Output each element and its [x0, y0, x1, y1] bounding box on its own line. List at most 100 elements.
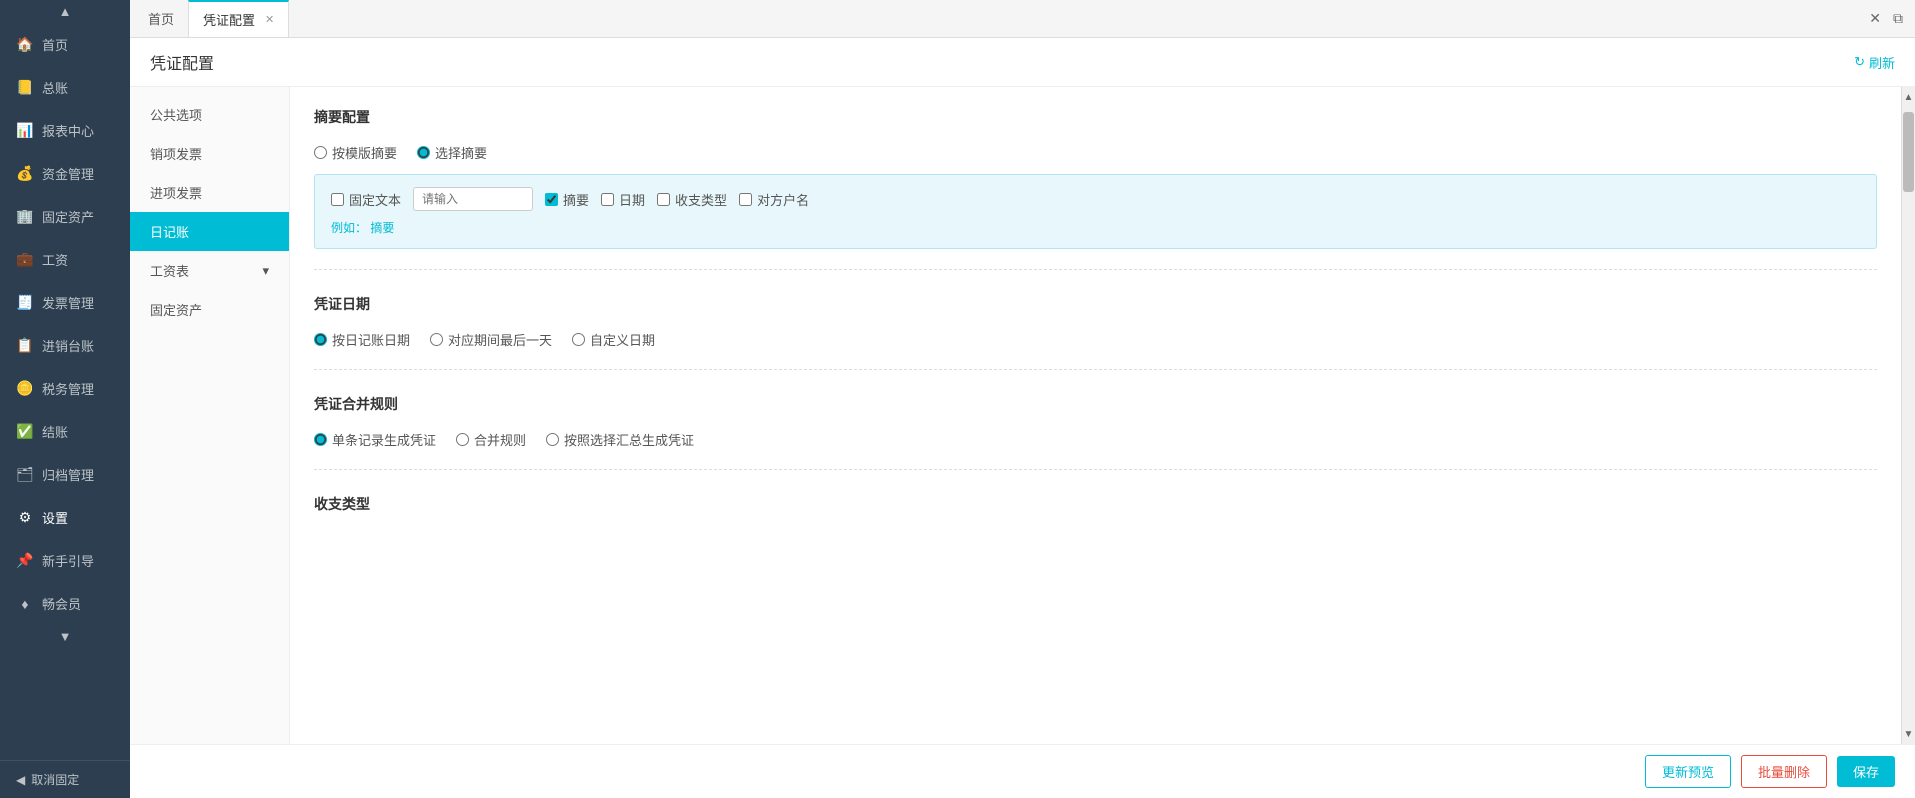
trade-icon: 📋	[16, 337, 34, 354]
date-period-last-label: 对应期间最后一天	[448, 330, 552, 349]
left-nav-journal[interactable]: 日记账	[130, 212, 289, 251]
window-restore-button[interactable]: ⧉	[1889, 8, 1907, 29]
left-nav-sales-invoice[interactable]: 销项发票	[130, 134, 289, 173]
sidebar-item-trade[interactable]: 📋 进销台账	[0, 324, 130, 367]
sidebar-scroll-up[interactable]: ▲	[0, 0, 130, 23]
sidebar-item-funds[interactable]: 💰 资金管理	[0, 152, 130, 195]
field-fixed-text-checkbox[interactable]	[331, 193, 344, 206]
left-nav-fixed-assets[interactable]: 固定资产	[130, 290, 289, 329]
sidebar-item-label: 归档管理	[42, 465, 94, 484]
sidebar-item-label: 新手引导	[42, 551, 94, 570]
summary-mode-template-radio[interactable]	[314, 146, 327, 159]
fixed-text-input[interactable]	[413, 187, 533, 211]
sidebar-item-tax[interactable]: 🪙 税务管理	[0, 367, 130, 410]
sidebar-item-ledger[interactable]: 📒 总账	[0, 66, 130, 109]
left-nav-sales-invoice-label: 销项发票	[150, 144, 202, 163]
field-income-type-label: 收支类型	[675, 190, 727, 209]
field-counterpart-checkbox[interactable]	[739, 193, 752, 206]
field-fixed-text-label: 固定文本	[349, 190, 401, 209]
tab-voucher-config[interactable]: 凭证配置 ✕	[188, 0, 289, 37]
date-journal-label: 按日记账日期	[332, 330, 410, 349]
date-custom-radio[interactable]	[572, 333, 585, 346]
scroll-down-button[interactable]: ▼	[1902, 724, 1915, 744]
sidebar-item-label: 畅会员	[42, 594, 81, 613]
batch-delete-button[interactable]: 批量删除	[1741, 755, 1827, 788]
sidebar-item-label: 进销台账	[42, 336, 94, 355]
field-income-type-checkbox[interactable]	[657, 193, 670, 206]
sidebar-item-assets[interactable]: 🏢 固定资产	[0, 195, 130, 238]
refresh-button[interactable]: ↻ 刷新	[1854, 53, 1895, 72]
summary-example: 例如： 摘要	[331, 219, 1860, 236]
example-value: 摘要	[370, 221, 394, 235]
tab-close-icon[interactable]: ✕	[265, 13, 274, 26]
field-fixed-text[interactable]: 固定文本	[331, 190, 401, 209]
sidebar-item-guide[interactable]: 📌 新手引导	[0, 539, 130, 582]
scroll-thumb-area[interactable]	[1902, 107, 1915, 724]
date-period-last[interactable]: 对应期间最后一天	[430, 330, 552, 349]
field-summary[interactable]: 摘要	[545, 190, 589, 209]
sidebar-unpin[interactable]: ◀ 取消固定	[0, 760, 130, 798]
tab-home[interactable]: 首页	[134, 0, 188, 37]
field-date-label: 日期	[619, 190, 645, 209]
sidebar-item-label: 资金管理	[42, 164, 94, 183]
merge-single-radio[interactable]	[314, 433, 327, 446]
content-area: 凭证配置 ↻ 刷新 公共选项 销项发票 进项发票 日记账	[130, 38, 1915, 798]
section-date: 凭证日期 按日记账日期 对应期间最后一天 自定义日期	[314, 294, 1877, 370]
sidebar-scroll-down[interactable]: ▼	[0, 625, 130, 648]
field-summary-checkbox[interactable]	[545, 193, 558, 206]
sidebar-item-invoice[interactable]: 🧾 发票管理	[0, 281, 130, 324]
sidebar-item-checkout[interactable]: ✅ 结账	[0, 410, 130, 453]
field-date-checkbox[interactable]	[601, 193, 614, 206]
content-body: 公共选项 销项发票 进项发票 日记账 工资表 ▾ 固定资产	[130, 87, 1915, 744]
sidebar-item-home[interactable]: 🏠 首页	[0, 23, 130, 66]
merge-summary-generate[interactable]: 按照选择汇总生成凭证	[546, 430, 694, 449]
merge-summary-generate-radio[interactable]	[546, 433, 559, 446]
sidebar-item-label: 税务管理	[42, 379, 94, 398]
salary-icon: 💼	[16, 251, 34, 268]
tab-bar: 首页 凭证配置 ✕ ✕ ⧉	[130, 0, 1915, 38]
sidebar-item-label: 工资	[42, 250, 68, 269]
summary-mode-select-radio[interactable]	[417, 146, 430, 159]
field-counterpart[interactable]: 对方户名	[739, 190, 809, 209]
tab-actions: ✕ ⧉	[1865, 8, 1915, 29]
merge-single-label: 单条记录生成凭证	[332, 430, 436, 449]
date-period-last-radio[interactable]	[430, 333, 443, 346]
window-close-button[interactable]: ✕	[1865, 8, 1885, 29]
reports-icon: 📊	[16, 122, 34, 139]
section-income-type: 收支类型	[314, 494, 1877, 550]
left-nav: 公共选项 销项发票 进项发票 日记账 工资表 ▾ 固定资产	[130, 87, 290, 744]
merge-merge-radio[interactable]	[456, 433, 469, 446]
tab-home-label: 首页	[148, 9, 174, 28]
home-icon: 🏠	[16, 36, 34, 53]
sidebar-item-reports[interactable]: 📊 报表中心	[0, 109, 130, 152]
guide-icon: 📌	[16, 552, 34, 569]
left-nav-payroll[interactable]: 工资表 ▾	[130, 251, 289, 290]
left-nav-public[interactable]: 公共选项	[130, 95, 289, 134]
scroll-track: ▲ ▼	[1901, 87, 1915, 744]
date-journal-radio[interactable]	[314, 333, 327, 346]
summary-mode-select[interactable]: 选择摘要	[417, 143, 487, 162]
date-section-title: 凭证日期	[314, 294, 1877, 314]
merge-section-title: 凭证合并规则	[314, 394, 1877, 414]
date-journal[interactable]: 按日记账日期	[314, 330, 410, 349]
sidebar-item-member[interactable]: ♦ 畅会员	[0, 582, 130, 625]
update-preview-button[interactable]: 更新预览	[1645, 755, 1731, 788]
merge-single[interactable]: 单条记录生成凭证	[314, 430, 436, 449]
sidebar-item-settings[interactable]: ⚙ 设置	[0, 496, 130, 539]
sidebar-item-salary[interactable]: 💼 工资	[0, 238, 130, 281]
summary-mode-group: 按模版摘要 选择摘要	[314, 143, 1877, 162]
merge-merge[interactable]: 合并规则	[456, 430, 526, 449]
left-nav-purchase-invoice[interactable]: 进项发票	[130, 173, 289, 212]
sidebar-item-label: 首页	[42, 35, 68, 54]
page-header: 凭证配置 ↻ 刷新	[130, 38, 1915, 87]
scroll-up-button[interactable]: ▲	[1902, 87, 1915, 107]
sidebar-item-archive[interactable]: 🗂 归档管理	[0, 453, 130, 496]
date-custom[interactable]: 自定义日期	[572, 330, 655, 349]
summary-mode-template[interactable]: 按模版摘要	[314, 143, 397, 162]
save-button[interactable]: 保存	[1837, 756, 1895, 787]
left-nav-public-label: 公共选项	[150, 105, 202, 124]
field-income-type[interactable]: 收支类型	[657, 190, 727, 209]
chevron-down-icon: ▾	[262, 263, 269, 279]
income-type-section-title: 收支类型	[314, 494, 1877, 514]
field-date[interactable]: 日期	[601, 190, 645, 209]
